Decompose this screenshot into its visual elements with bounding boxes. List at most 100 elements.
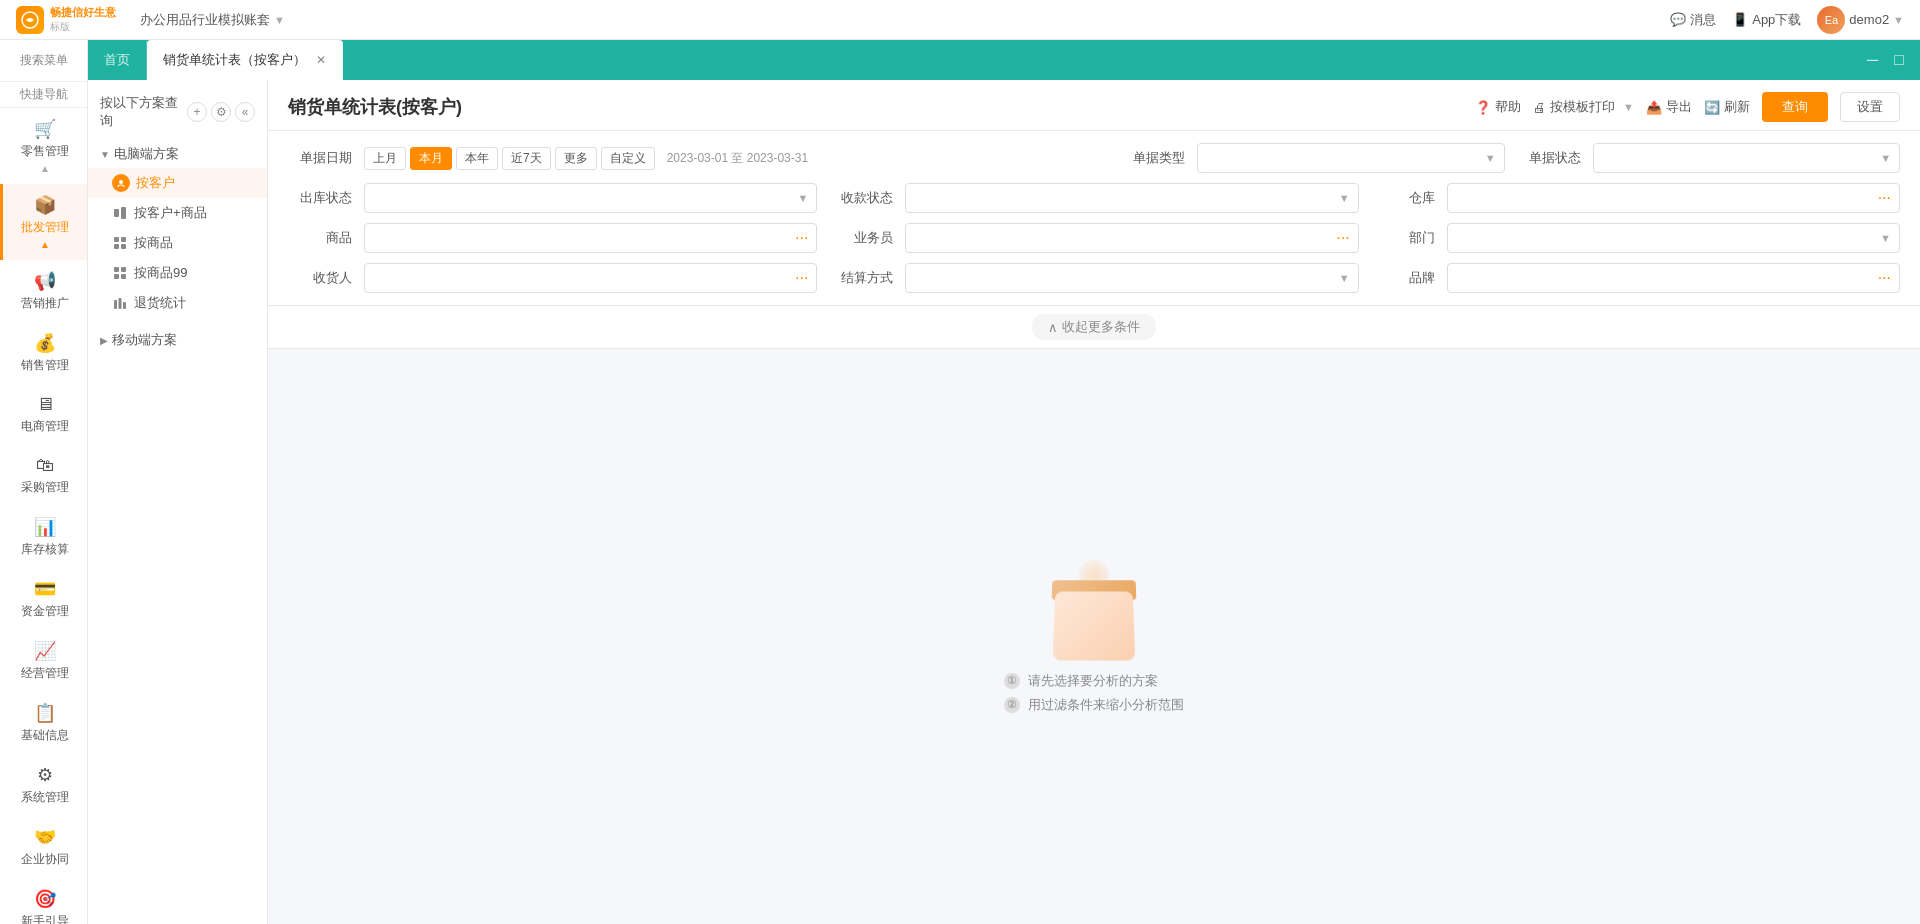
settlement-select[interactable]: ▼ [905, 263, 1358, 293]
delivery-status-select[interactable]: ▼ [364, 183, 817, 213]
product-input[interactable]: ··· [364, 223, 817, 253]
settings-button[interactable]: 设置 [1840, 92, 1900, 122]
date-btn-last-month[interactable]: 上月 [364, 147, 406, 170]
page-header-actions: ❓ 帮助 🖨 按模板打印 ▼ 📤 导出 🔄 [1475, 92, 1900, 122]
filter-row-2: 出库状态 ▼ 收款状态 ▼ 仓库 ··· [288, 183, 1900, 213]
svg-rect-7 [121, 244, 126, 249]
sidebar-item-system[interactable]: ⚙ 系统管理 [0, 754, 87, 816]
order-type-dropdown-icon: ▼ [1485, 152, 1496, 164]
sidebar-search-area: 搜索菜单 [0, 40, 87, 82]
product-icon [112, 235, 128, 251]
main-layout: 搜索菜单 快捷导航 🛒 零售管理 ▲ 📦 批发管理 ▲ 📢 营销推广 💰 销售管… [0, 40, 1920, 924]
svg-rect-14 [123, 302, 126, 309]
sidebar-item-marketing[interactable]: 📢 营销推广 [0, 260, 87, 322]
scheme-item-by-customer-product[interactable]: 按客户+商品 [88, 198, 267, 228]
department-select[interactable]: ▼ [1447, 223, 1900, 253]
delivery-label: 出库状态 [288, 189, 352, 207]
desktop-scheme-title[interactable]: ▼ 电脑端方案 [88, 140, 267, 168]
inventory-icon: 📊 [34, 516, 56, 538]
ecommerce-icon: 🖥 [36, 394, 54, 415]
svg-rect-3 [121, 207, 126, 219]
app-download-btn[interactable]: 📱 App下载 [1732, 11, 1801, 29]
basic-icon: 📋 [34, 702, 56, 724]
sidebar-item-ecommerce[interactable]: 🖥 电商管理 [0, 384, 87, 445]
desktop-group-arrow-icon: ▼ [100, 149, 110, 160]
svg-point-1 [119, 180, 123, 184]
filter-row-4: 收货人 ··· 结算方式 ▼ 品牌 ··· [288, 263, 1900, 293]
empty-state: ① 请先选择要分析的方案 ② 用过滤条件来缩小分析范围 [268, 349, 1920, 924]
scheme-add-btn[interactable]: + [187, 102, 207, 122]
print-btn[interactable]: 🖨 按模板打印 ▼ [1533, 98, 1634, 116]
sidebar-item-operation[interactable]: 📈 经营管理 [0, 630, 87, 692]
print-icon: 🖨 [1533, 100, 1546, 115]
tab-home[interactable]: 首页 [88, 40, 147, 80]
sidebar-item-sales[interactable]: 💰 销售管理 [0, 322, 87, 384]
receiver-input[interactable]: ··· [364, 263, 817, 293]
filter-row-3: 商品 ··· 业务员 ··· 部门 ▼ [288, 223, 1900, 253]
department-label: 部门 [1371, 229, 1435, 247]
tab-sales-stat[interactable]: 销货单统计表（按客户） ✕ [147, 40, 343, 80]
sidebar-item-wholesale[interactable]: 📦 批发管理 ▲ [0, 184, 87, 260]
order-type-select[interactable]: ▼ [1197, 143, 1504, 173]
sidebar: 搜索菜单 快捷导航 🛒 零售管理 ▲ 📦 批发管理 ▲ 📢 营销推广 💰 销售管… [0, 40, 88, 924]
scheme-header: 按以下方案查询 + ⚙ « [88, 88, 267, 136]
sidebar-item-purchase[interactable]: 🛍 采购管理 [0, 445, 87, 506]
scheme-item-by-product[interactable]: 按商品 [88, 228, 267, 258]
sidebar-item-retail[interactable]: 🛒 零售管理 ▲ [0, 108, 87, 184]
brand-input[interactable]: ··· [1447, 263, 1900, 293]
payment-status-select[interactable]: ▼ [905, 183, 1358, 213]
date-btn-this-month[interactable]: 本月 [410, 147, 452, 170]
user-menu[interactable]: Ea demo2 ▼ [1817, 6, 1904, 34]
app-selector[interactable]: 办公用品行业模拟账套 ▼ [140, 11, 285, 29]
scheme-item-by-customer[interactable]: 按客户 [88, 168, 267, 198]
sidebar-item-cooperation[interactable]: 🤝 企业协同 [0, 816, 87, 878]
scheme-collapse-btn[interactable]: « [235, 102, 255, 122]
search-menu-btn[interactable]: 搜索菜单 [8, 48, 79, 73]
warehouse-input[interactable]: ··· [1447, 183, 1900, 213]
by-customer-icon [112, 174, 130, 192]
message-btn[interactable]: 💬 消息 [1670, 11, 1716, 29]
help-btn[interactable]: ❓ 帮助 [1475, 98, 1521, 116]
date-quick-buttons: 上月 本月 本年 近7天 更多 自定义 [364, 147, 655, 170]
sidebar-item-inventory[interactable]: 📊 库存核算 [0, 506, 87, 568]
retail-arrow-icon: ▲ [40, 163, 50, 174]
tab-close-btn[interactable]: ✕ [316, 53, 326, 67]
scheme-settings-btn[interactable]: ⚙ [211, 102, 231, 122]
query-button[interactable]: 查询 [1762, 92, 1828, 122]
cooperation-icon: 🤝 [34, 826, 56, 848]
sidebar-item-guide[interactable]: 🎯 新手引导 [0, 878, 87, 924]
mobile-scheme-title[interactable]: ▶ 移动端方案 [88, 326, 267, 354]
sidebar-item-basic[interactable]: 📋 基础信息 [0, 692, 87, 754]
message-icon: 💬 [1670, 12, 1686, 27]
maximize-btn[interactable]: □ [1890, 47, 1908, 73]
mobile-group-arrow-icon: ▶ [100, 335, 108, 346]
date-btn-custom[interactable]: 自定义 [601, 147, 655, 170]
receiver-label: 收货人 [288, 269, 352, 287]
filter-row-1: 单据日期 上月 本月 本年 近7天 更多 自定义 2023-03-01 至 20… [288, 143, 1900, 173]
order-status-select[interactable]: ▼ [1593, 143, 1900, 173]
print-dropdown-icon: ▼ [1623, 101, 1634, 113]
date-btn-7days[interactable]: 近7天 [502, 147, 551, 170]
svg-rect-12 [114, 300, 117, 309]
product-label: 商品 [288, 229, 352, 247]
product99-icon [112, 265, 128, 281]
collapse-btn[interactable]: ∧ 收起更多条件 [1032, 314, 1156, 340]
svg-rect-13 [119, 298, 122, 309]
scheme-item-by-product-99[interactable]: 按商品99 [88, 258, 267, 288]
date-btn-more[interactable]: 更多 [555, 147, 597, 170]
quick-nav-btn[interactable]: 快捷导航 [0, 82, 87, 108]
system-icon: ⚙ [37, 764, 53, 786]
date-btn-this-year[interactable]: 本年 [456, 147, 498, 170]
svg-rect-5 [121, 237, 126, 242]
sidebar-item-finance[interactable]: 💳 资金管理 [0, 568, 87, 630]
export-icon: 📤 [1646, 100, 1662, 115]
wholesale-arrow-icon: ▲ [40, 239, 50, 250]
scheme-item-return-stat[interactable]: 退货统计 [88, 288, 267, 318]
collapse-icon: ∧ [1048, 320, 1058, 335]
main-content: 销货单统计表(按客户) ❓ 帮助 🖨 按模板打印 ▼ 📤 [268, 80, 1920, 924]
export-btn[interactable]: 📤 导出 [1646, 98, 1692, 116]
minimize-btn[interactable]: ─ [1863, 47, 1882, 73]
salesperson-input[interactable]: ··· [905, 223, 1358, 253]
refresh-btn[interactable]: 🔄 刷新 [1704, 98, 1750, 116]
receiver-dots-icon: ··· [795, 269, 808, 287]
